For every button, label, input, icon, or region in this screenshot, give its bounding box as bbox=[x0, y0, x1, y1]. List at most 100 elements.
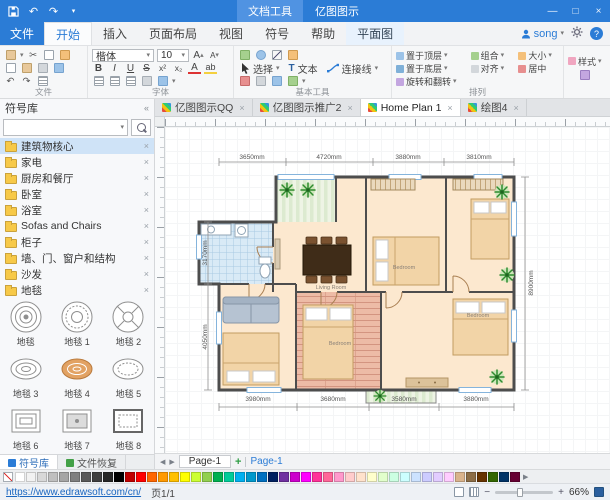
color-swatch[interactable] bbox=[290, 472, 300, 482]
color-swatch[interactable] bbox=[312, 472, 322, 482]
style-button[interactable]: 样式▾ bbox=[568, 56, 602, 67]
color-swatch[interactable] bbox=[103, 472, 113, 482]
color-swatch[interactable] bbox=[367, 472, 377, 482]
library-item[interactable]: Sofas and Chairs× bbox=[0, 218, 154, 234]
bed[interactable] bbox=[453, 299, 508, 355]
color-swatch[interactable] bbox=[356, 472, 366, 482]
bed[interactable] bbox=[373, 237, 439, 285]
prev-page-button[interactable]: ◀ bbox=[160, 458, 165, 466]
color-swatch[interactable] bbox=[191, 472, 201, 482]
bring-to-front-button[interactable]: 置于顶层▾ bbox=[396, 50, 464, 61]
close-library-icon[interactable]: × bbox=[144, 141, 149, 151]
ribbon-tab-view[interactable]: 视图 bbox=[208, 22, 254, 45]
color-swatch[interactable] bbox=[169, 472, 179, 482]
grow-font-button[interactable]: A▴ bbox=[192, 49, 205, 61]
text-tool-button[interactable]: T 文本 bbox=[286, 62, 321, 75]
line-tool-button[interactable] bbox=[270, 49, 283, 61]
font-size-select[interactable]: 10 ▾ bbox=[157, 49, 189, 62]
format-painter-button[interactable] bbox=[59, 49, 72, 61]
font-color-button[interactable]: A bbox=[188, 62, 201, 74]
doc-tab[interactable]: 绘图4× bbox=[461, 99, 527, 116]
color-swatch[interactable] bbox=[433, 472, 443, 482]
color-swatch[interactable] bbox=[158, 472, 168, 482]
superscript-button[interactable]: x² bbox=[156, 62, 169, 74]
connector-tool-button[interactable]: 连接线 ▾ bbox=[324, 62, 382, 75]
color-swatch[interactable] bbox=[147, 472, 157, 482]
doc-tab-active[interactable]: Home Plan 1× bbox=[361, 99, 461, 116]
subscript-button[interactable]: x₂ bbox=[172, 62, 185, 74]
palette-scroll-right-icon[interactable]: ▶ bbox=[523, 473, 528, 481]
horizontal-ruler[interactable] bbox=[165, 117, 610, 127]
color-swatch[interactable] bbox=[70, 472, 80, 482]
shrink-font-button[interactable]: A▾ bbox=[208, 49, 221, 61]
bold-button[interactable]: B bbox=[92, 62, 105, 74]
close-button[interactable]: × bbox=[587, 0, 610, 22]
size-button[interactable]: 大小▾ bbox=[518, 50, 559, 61]
ribbon-tab-insert[interactable]: 插入 bbox=[92, 22, 138, 45]
close-library-icon[interactable]: × bbox=[144, 237, 149, 247]
page-tab[interactable]: Page-1 bbox=[179, 455, 231, 468]
dining-set[interactable] bbox=[303, 237, 351, 283]
bed[interactable] bbox=[471, 199, 509, 259]
current-page-label[interactable]: Page-1 bbox=[250, 456, 282, 467]
color-swatch[interactable] bbox=[37, 472, 47, 482]
zoom-slider[interactable] bbox=[495, 491, 553, 494]
close-library-icon[interactable]: × bbox=[144, 253, 149, 263]
color-swatch[interactable] bbox=[125, 472, 135, 482]
tab-file-recovery[interactable]: 文件恢复 bbox=[58, 455, 126, 469]
help-button[interactable]: ? bbox=[590, 27, 603, 40]
maximize-button[interactable]: □ bbox=[564, 0, 587, 22]
color-swatch[interactable] bbox=[455, 472, 465, 482]
close-library-icon[interactable]: × bbox=[144, 221, 149, 231]
shape-rect-button[interactable] bbox=[238, 49, 251, 61]
color-swatch[interactable] bbox=[202, 472, 212, 482]
text-highlight-button[interactable]: ab bbox=[204, 62, 217, 74]
new-document-button[interactable] bbox=[4, 62, 17, 74]
close-library-icon[interactable]: × bbox=[144, 269, 149, 279]
print-button[interactable] bbox=[36, 62, 49, 74]
close-doc-icon[interactable]: × bbox=[514, 103, 519, 113]
color-swatch[interactable] bbox=[334, 472, 344, 482]
symbol-item[interactable]: 地毯 4 bbox=[51, 350, 102, 402]
symbol-item[interactable]: 地毯 8 bbox=[103, 402, 154, 454]
color-swatch[interactable] bbox=[301, 472, 311, 482]
group-button[interactable]: 组合▾ bbox=[471, 50, 512, 61]
align-button[interactable]: 对齐▾ bbox=[471, 63, 512, 74]
settings-button[interactable] bbox=[571, 26, 583, 41]
close-doc-icon[interactable]: × bbox=[239, 103, 244, 113]
wardrobe[interactable] bbox=[453, 179, 503, 190]
color-swatch[interactable] bbox=[235, 472, 245, 482]
pen-tool-button[interactable] bbox=[286, 49, 299, 61]
center-button[interactable]: 居中 bbox=[518, 63, 559, 74]
bed[interactable] bbox=[223, 333, 279, 385]
strikethrough-button[interactable]: S bbox=[140, 62, 153, 74]
color-swatch[interactable] bbox=[268, 472, 278, 482]
save-button[interactable] bbox=[5, 3, 22, 20]
tools-caret-icon[interactable]: ▾ bbox=[302, 78, 306, 85]
doc-tab[interactable]: 亿图图示QQ× bbox=[155, 99, 253, 116]
color-swatch[interactable] bbox=[477, 472, 487, 482]
library-item[interactable]: 柜子× bbox=[0, 234, 154, 250]
color-swatch[interactable] bbox=[510, 472, 520, 482]
drawing-canvas[interactable]: 3650mm 4720mm 3880mm 3810mm 3980mm 3680m… bbox=[165, 127, 610, 453]
wardrobe[interactable] bbox=[371, 179, 415, 190]
color-swatch[interactable] bbox=[345, 472, 355, 482]
file-menu-button[interactable]: 文件 bbox=[0, 22, 44, 45]
color-swatch[interactable] bbox=[15, 472, 25, 482]
website-link[interactable]: https://www.edrawsoft.com/cn/ bbox=[6, 487, 141, 498]
color-swatch[interactable] bbox=[466, 472, 476, 482]
color-swatch[interactable] bbox=[114, 472, 124, 482]
color-swatch[interactable] bbox=[48, 472, 58, 482]
send-to-back-button[interactable]: 置于底层▾ bbox=[396, 63, 464, 74]
close-library-icon[interactable]: × bbox=[144, 173, 149, 183]
color-swatch[interactable] bbox=[400, 472, 410, 482]
library-item[interactable]: 地毯× bbox=[0, 282, 154, 298]
zoom-out-button[interactable]: − bbox=[484, 487, 490, 498]
close-doc-icon[interactable]: × bbox=[347, 103, 352, 113]
minimize-button[interactable]: — bbox=[541, 0, 564, 22]
color-swatch[interactable] bbox=[59, 472, 69, 482]
dresser[interactable] bbox=[406, 378, 448, 387]
color-swatch[interactable] bbox=[180, 472, 190, 482]
tv-cabinet[interactable] bbox=[275, 239, 280, 269]
ribbon-tab-floor-plan[interactable]: 平面图 bbox=[346, 22, 404, 45]
